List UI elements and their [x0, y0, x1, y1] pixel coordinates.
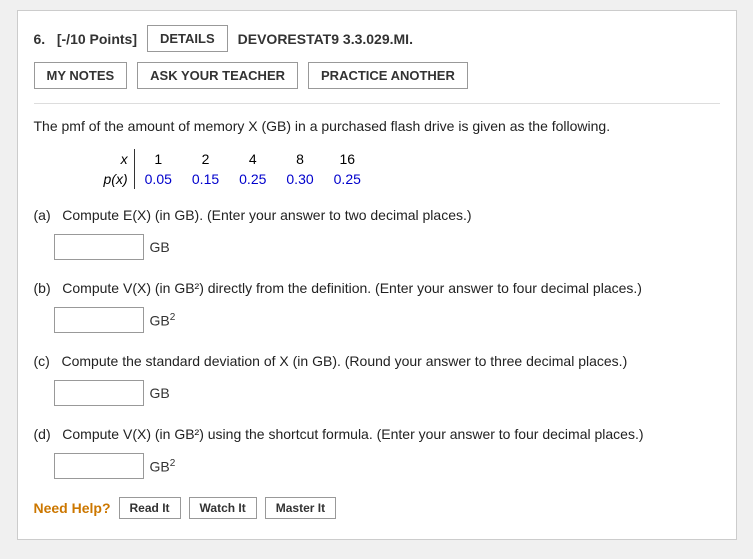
part-b-answer-row: GB2 [54, 307, 720, 333]
problem-description: The pmf of the amount of memory X (GB) i… [34, 116, 720, 137]
part-a-label: (a) [34, 207, 59, 223]
pmf-x-4: 8 [276, 149, 323, 169]
part-c-answer-row: GB [54, 380, 720, 406]
need-help-row: Need Help? Read It Watch It Master It [34, 497, 720, 519]
details-button[interactable]: DETAILS [147, 25, 228, 52]
pmf-px-5: 0.25 [324, 169, 371, 189]
watch-it-button[interactable]: Watch It [189, 497, 257, 519]
part-d-label: (d) [34, 426, 59, 442]
pmf-x-label: x [94, 149, 135, 169]
action-row: MY NOTES ASK YOUR TEACHER PRACTICE ANOTH… [34, 62, 720, 89]
part-b-label: (b) [34, 280, 59, 296]
pmf-px-3: 0.25 [229, 169, 276, 189]
part-d-description: Compute V(X) (in GB²) using the shortcut… [62, 426, 643, 442]
pmf-px-2: 0.15 [182, 169, 229, 189]
problem-num-label: 6. [34, 31, 46, 47]
need-help-label: Need Help? [34, 500, 111, 516]
points-label: [-/10 Points] [57, 31, 137, 47]
part-a-unit: GB [150, 239, 170, 255]
part-c-input[interactable] [54, 380, 144, 406]
header-row: 6. [-/10 Points] DETAILS DEVORESTAT9 3.3… [34, 25, 720, 52]
part-d-answer-row: GB2 [54, 453, 720, 479]
ask-teacher-button[interactable]: ASK YOUR TEACHER [137, 62, 298, 89]
master-it-button[interactable]: Master It [265, 497, 336, 519]
part-a-input[interactable] [54, 234, 144, 260]
my-notes-button[interactable]: MY NOTES [34, 62, 128, 89]
pmf-x-1: 1 [134, 149, 182, 169]
pmf-table: x 1 2 4 8 16 p(x) 0.05 0.15 0.25 0.30 0.… [94, 149, 720, 189]
part-d-input[interactable] [54, 453, 144, 479]
read-it-button[interactable]: Read It [119, 497, 181, 519]
part-b-text: (b) Compute V(X) (in GB²) directly from … [34, 278, 720, 299]
problem-id-label: DEVORESTAT9 3.3.029.MI. [238, 31, 413, 47]
part-a-description: Compute E(X) (in GB). (Enter your answer… [62, 207, 471, 223]
problem-card: 6. [-/10 Points] DETAILS DEVORESTAT9 3.3… [17, 10, 737, 540]
part-c-text: (c) Compute the standard deviation of X … [34, 351, 720, 372]
part-d: (d) Compute V(X) (in GB²) using the shor… [34, 424, 720, 479]
part-c-label: (c) [34, 353, 58, 369]
part-a-answer-row: GB [54, 234, 720, 260]
pmf-x-3: 4 [229, 149, 276, 169]
divider [34, 103, 720, 104]
part-b-description: Compute V(X) (in GB²) directly from the … [62, 280, 642, 296]
part-b: (b) Compute V(X) (in GB²) directly from … [34, 278, 720, 333]
part-d-text: (d) Compute V(X) (in GB²) using the shor… [34, 424, 720, 445]
pmf-px-1: 0.05 [134, 169, 182, 189]
pmf-x-5: 16 [324, 149, 371, 169]
part-a-text: (a) Compute E(X) (in GB). (Enter your an… [34, 205, 720, 226]
part-b-unit: GB2 [150, 312, 176, 329]
practice-another-button[interactable]: PRACTICE ANOTHER [308, 62, 468, 89]
pmf-x-2: 2 [182, 149, 229, 169]
problem-number: 6. [-/10 Points] [34, 31, 137, 47]
part-d-unit: GB2 [150, 458, 176, 475]
part-b-input[interactable] [54, 307, 144, 333]
part-c-description: Compute the standard deviation of X (in … [62, 353, 628, 369]
pmf-px-4: 0.30 [276, 169, 323, 189]
part-a: (a) Compute E(X) (in GB). (Enter your an… [34, 205, 720, 260]
part-c-unit: GB [150, 385, 170, 401]
part-c: (c) Compute the standard deviation of X … [34, 351, 720, 406]
pmf-px-label: p(x) [94, 169, 135, 189]
